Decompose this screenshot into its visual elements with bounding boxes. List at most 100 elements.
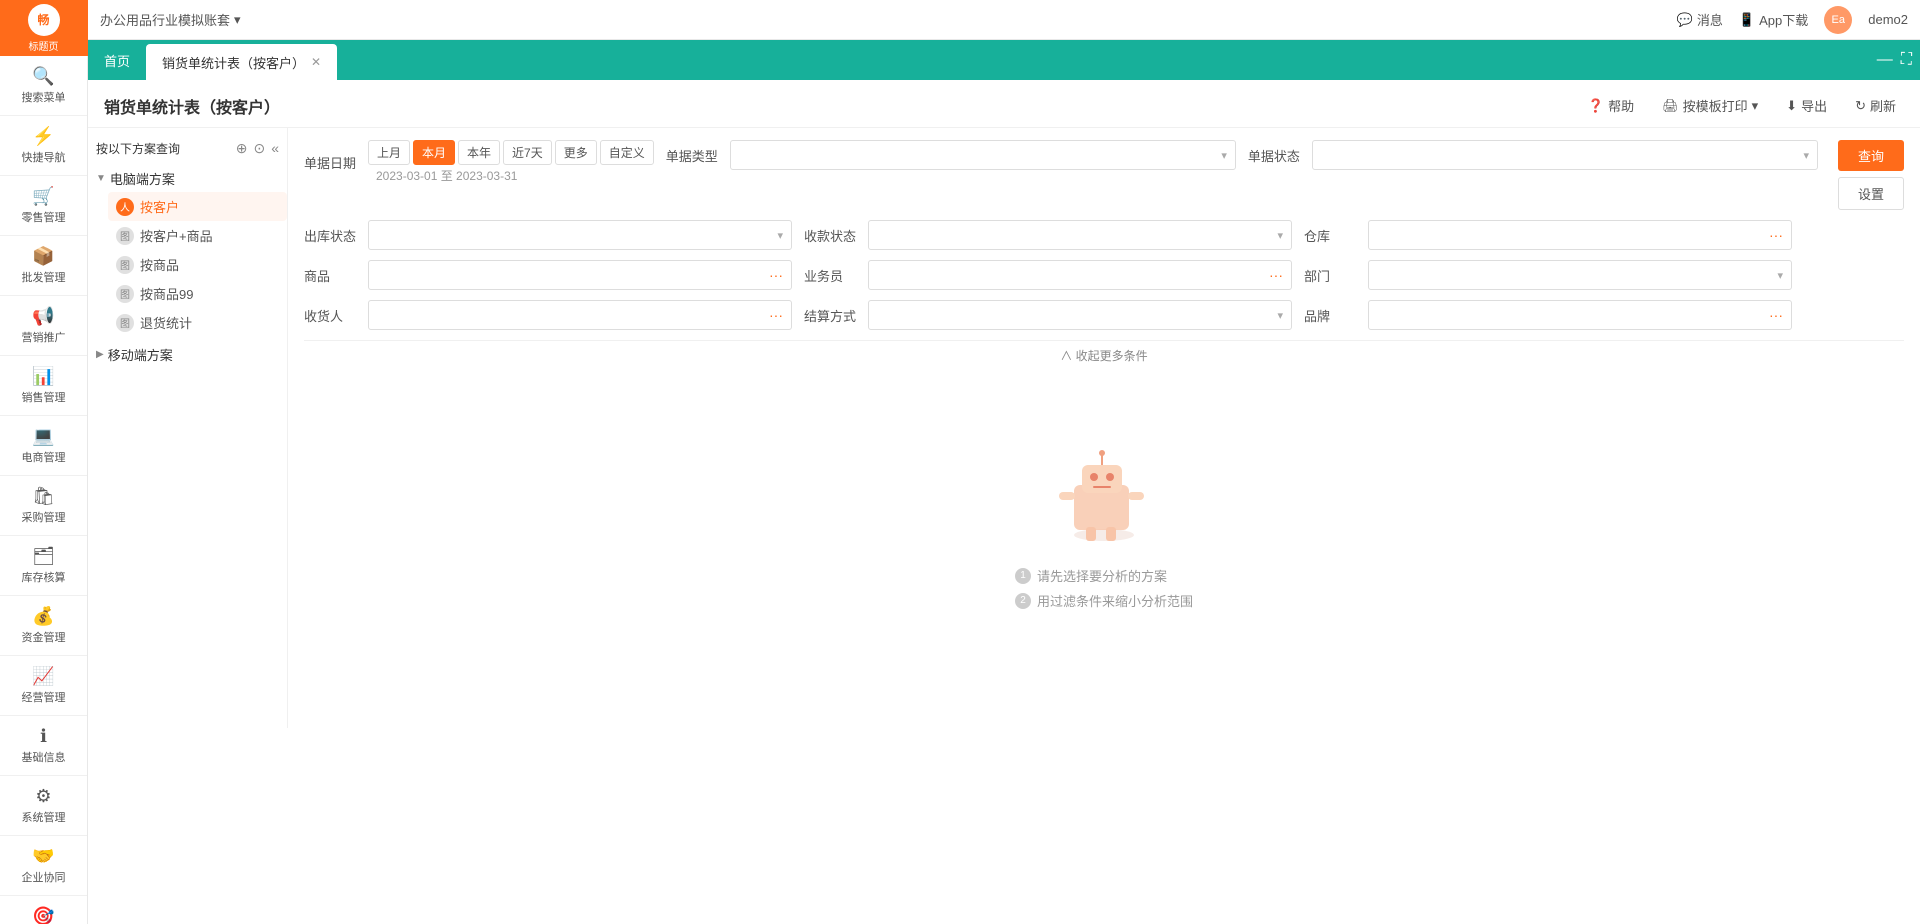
- date-controls: 上月 本月 本年 近7天 更多 自定义 2023-03-01 至 2023-03…: [368, 140, 654, 184]
- scheme-by-goods[interactable]: 图 按商品: [108, 250, 287, 279]
- settlement-select[interactable]: ▾: [868, 300, 1292, 330]
- tip-2-text: 用过滤条件来缩小分析范围: [1037, 591, 1193, 610]
- sidebar-icon-2: 🛒: [32, 186, 54, 207]
- tip-num-2: 2: [1015, 593, 1031, 609]
- empty-tips: 1 请先选择要分析的方案 2 用过滤条件来缩小分析范围: [1015, 566, 1193, 616]
- sidebar-icon-1: ⚡: [32, 126, 54, 147]
- sidebar-label-7: 采购管理: [22, 509, 66, 525]
- sidebar-item-2[interactable]: 🛒零售管理: [0, 176, 87, 236]
- tree-child-desktop: 人 按客户 图 按客户+商品 图 按商品 图 按: [88, 192, 287, 337]
- filter-row-1: 单据日期 上月 本月 本年 近7天 更多 自定义: [304, 140, 1904, 210]
- app-logo: 畅 标题页: [0, 0, 88, 56]
- tab-close-icon[interactable]: ✕: [311, 55, 321, 69]
- warehouse-input[interactable]: ···: [1368, 220, 1792, 250]
- date-btn-last-month[interactable]: 上月: [368, 140, 410, 165]
- help-btn[interactable]: ❓ 帮助: [1580, 92, 1642, 119]
- scheme-by-goods99[interactable]: 图 按商品99: [108, 279, 287, 308]
- query-button[interactable]: 查询: [1838, 140, 1904, 171]
- settings-scheme-icon[interactable]: ⊙: [253, 140, 265, 157]
- scheme-customer-icon: 人: [116, 198, 134, 216]
- sidebar-icon-14: 🎯: [32, 906, 54, 924]
- print-dropdown-icon: ▾: [1752, 98, 1759, 114]
- sidebar-item-11[interactable]: ℹ基础信息: [0, 716, 87, 776]
- scheme-customer-goods[interactable]: 图 按客户+商品: [108, 221, 287, 250]
- window-minimize-icon[interactable]: —: [1877, 51, 1893, 69]
- sidebar-item-13[interactable]: 🤝企业协同: [0, 836, 87, 896]
- date-btn-7days[interactable]: 近7天: [503, 140, 552, 165]
- export-icon: ⬇: [1786, 98, 1797, 114]
- tab-home[interactable]: 首页: [88, 40, 146, 80]
- collection-status-select[interactable]: ▾: [868, 220, 1292, 250]
- export-btn[interactable]: ⬇ 导出: [1778, 92, 1835, 119]
- warehouse-dots: ···: [1769, 227, 1783, 243]
- sidebar-label-8: 库存核算: [22, 569, 66, 585]
- tree-node-desktop[interactable]: ▼ 电脑端方案: [88, 165, 287, 192]
- industry-select[interactable]: 办公用品行业模拟账套 ▾: [100, 10, 241, 29]
- sidebar-nav: 🔍搜索菜单⚡快捷导航🛒零售管理📦批发管理📢营销推广📊销售管理💻电商管理🛍采购管理…: [0, 56, 87, 924]
- scheme-customer-label: 按客户: [140, 197, 179, 216]
- print-btn[interactable]: 🖨 按模板打印 ▾: [1654, 92, 1766, 119]
- date-btn-this-month[interactable]: 本月: [413, 140, 455, 165]
- collapse-panel-icon[interactable]: «: [271, 140, 279, 157]
- scheme-return-stats[interactable]: 图 退货统计: [108, 308, 287, 337]
- scheme-cg-label: 按客户+商品: [140, 226, 213, 245]
- header-right: 💬 消息 📱 App下载 Ea demo2: [1677, 6, 1908, 34]
- goods-input[interactable]: ···: [368, 260, 792, 290]
- page-header: 销货单统计表（按客户） ❓ 帮助 🖨 按模板打印 ▾ ⬇ 导出: [88, 80, 1920, 128]
- empty-illustration: [1044, 430, 1164, 550]
- refresh-label: 刷新: [1870, 96, 1896, 115]
- sidebar-item-9[interactable]: 💰资金管理: [0, 596, 87, 656]
- brand-input[interactable]: ···: [1368, 300, 1792, 330]
- messages-btn[interactable]: 💬 消息: [1677, 10, 1723, 29]
- sidebar-item-7[interactable]: 🛍采购管理: [0, 476, 87, 536]
- filter-row-4: 收货人 ··· 结算方式 ▾: [304, 300, 1904, 330]
- home-tab-label: 首页: [104, 51, 130, 70]
- sidebar-item-0[interactable]: 🔍搜索菜单: [0, 56, 87, 116]
- date-btn-this-year[interactable]: 本年: [458, 140, 500, 165]
- sidebar-icon-4: 📢: [32, 306, 54, 327]
- page-content: 销货单统计表（按客户） ❓ 帮助 🖨 按模板打印 ▾ ⬇ 导出: [88, 80, 1920, 924]
- sidebar-label-0: 搜索菜单: [22, 89, 66, 105]
- sidebar-item-1[interactable]: ⚡快捷导航: [0, 116, 87, 176]
- tree-node-mobile[interactable]: ▶ 移动端方案: [88, 341, 287, 368]
- logo-icon: 畅: [28, 4, 60, 36]
- sidebar-item-6[interactable]: 💻电商管理: [0, 416, 87, 476]
- print-label: 按模板打印: [1683, 96, 1748, 115]
- refresh-btn[interactable]: ↻ 刷新: [1847, 92, 1904, 119]
- avatar[interactable]: Ea: [1824, 6, 1852, 34]
- out-status-arrow: ▾: [777, 229, 783, 242]
- date-btn-custom[interactable]: 自定义: [600, 140, 654, 165]
- collapse-bar[interactable]: ∧ 收起更多条件: [304, 340, 1904, 370]
- industry-label: 办公用品行业模拟账套: [100, 10, 230, 29]
- out-status-select[interactable]: ▾: [368, 220, 792, 250]
- tab-sales-summary[interactable]: 销货单统计表（按客户） ✕: [146, 44, 337, 80]
- window-maximize-icon[interactable]: ⛶: [1901, 51, 1912, 69]
- sidebar-item-10[interactable]: 📈经营管理: [0, 656, 87, 716]
- sidebar-item-14[interactable]: 🎯新手引导: [0, 896, 87, 924]
- settlement-label: 结算方式: [804, 306, 864, 325]
- right-content: 单据日期 上月 本月 本年 近7天 更多 自定义: [288, 128, 1920, 728]
- salesperson-label: 业务员: [804, 266, 864, 285]
- brand-label: 品牌: [1304, 306, 1364, 325]
- scheme-by-customer[interactable]: 人 按客户: [108, 192, 287, 221]
- add-scheme-icon[interactable]: ⊕: [236, 140, 248, 157]
- sidebar-icon-9: 💰: [32, 606, 54, 627]
- sidebar-icon-13: 🤝: [32, 846, 54, 867]
- receiver-input[interactable]: ···: [368, 300, 792, 330]
- order-type-select[interactable]: ▾: [730, 140, 1236, 170]
- app-download-btn[interactable]: 📱 App下载: [1739, 10, 1808, 29]
- settings-button[interactable]: 设置: [1838, 177, 1904, 210]
- sidebar-item-3[interactable]: 📦批发管理: [0, 236, 87, 296]
- sidebar-icon-11: ℹ: [40, 726, 47, 747]
- sidebar-item-4[interactable]: 📢营销推广: [0, 296, 87, 356]
- date-btn-more[interactable]: 更多: [555, 140, 597, 165]
- sidebar-item-12[interactable]: ⚙系统管理: [0, 776, 87, 836]
- mobile-scheme-label: 移动端方案: [108, 345, 173, 364]
- salesperson-input[interactable]: ···: [868, 260, 1292, 290]
- collapse-icon: ∧: [1060, 349, 1072, 363]
- order-status-select[interactable]: ▾: [1312, 140, 1818, 170]
- sidebar-item-5[interactable]: 📊销售管理: [0, 356, 87, 416]
- sidebar-item-8[interactable]: 🗂库存核算: [0, 536, 87, 596]
- filter-panel: 单据日期 上月 本月 本年 近7天 更多 自定义: [288, 128, 1920, 340]
- department-select[interactable]: ▾: [1368, 260, 1792, 290]
